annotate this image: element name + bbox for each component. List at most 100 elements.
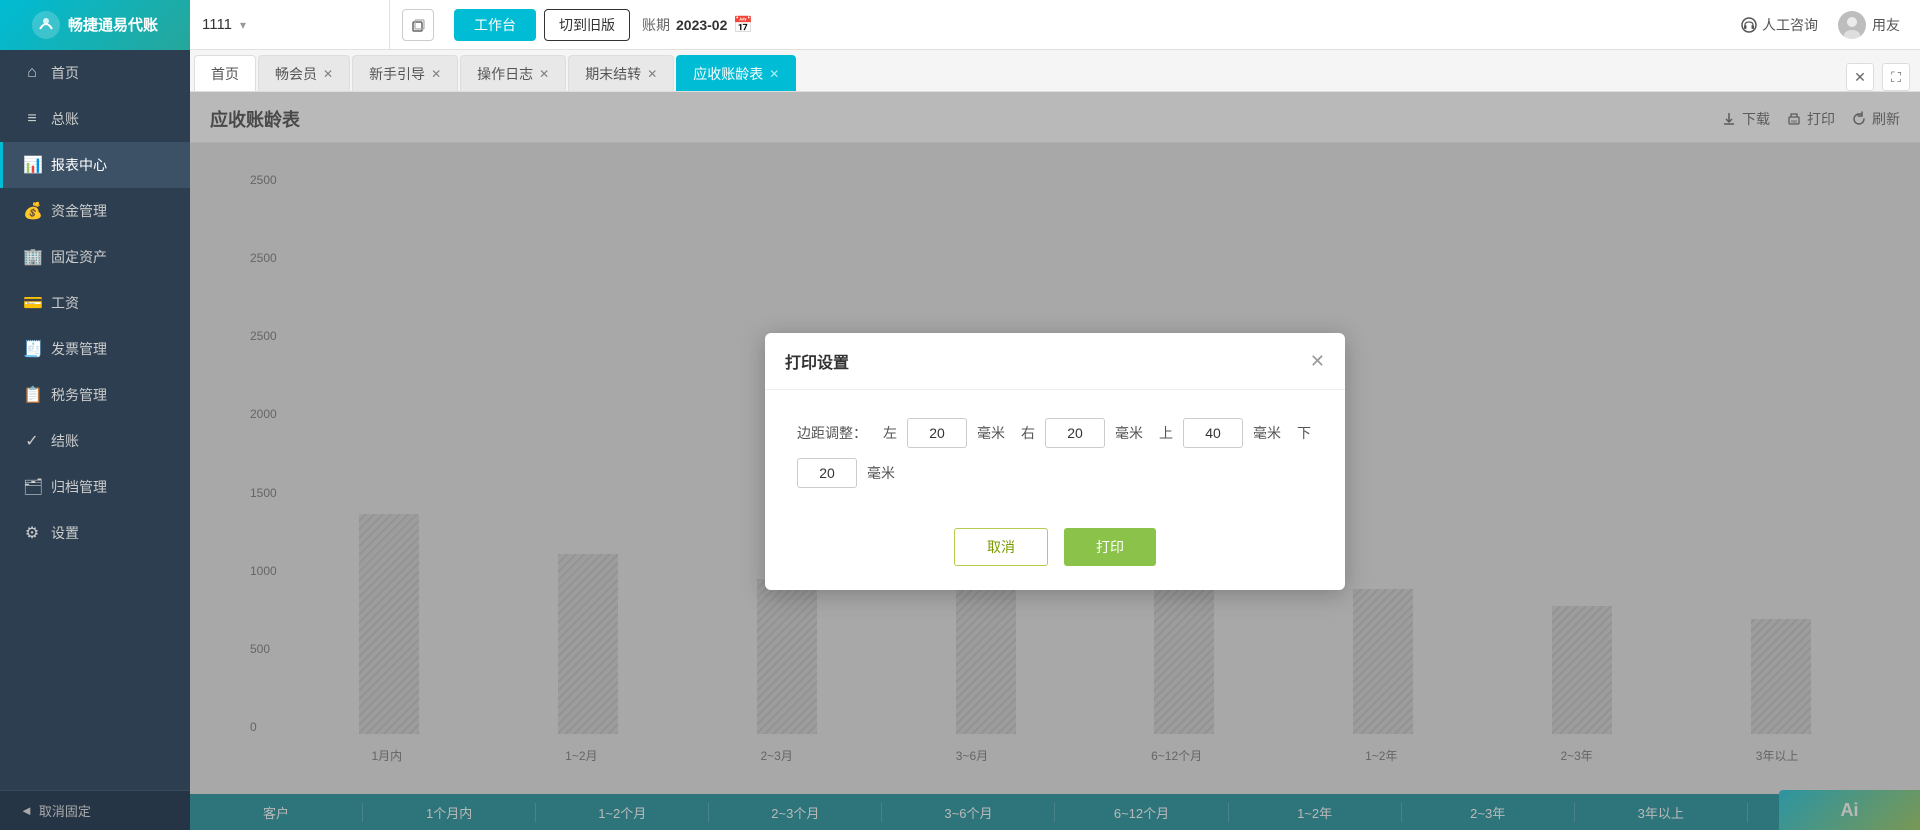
tab-close-vip[interactable]: ✕ (323, 67, 333, 81)
tab-log[interactable]: 操作日志✕ (460, 55, 566, 91)
collapse-icon: ◄ (20, 803, 33, 818)
tabs-bar: 首页畅会员✕新手引导✕操作日志✕期末结转✕应收账龄表✕ ✕ ⛶ (190, 50, 1920, 92)
confirm-print-button[interactable]: 打印 (1064, 528, 1156, 566)
tab-home[interactable]: 首页 (194, 55, 256, 91)
period-label: 账期 (642, 15, 670, 35)
sidebar-label-tax: 税务管理 (51, 385, 107, 405)
copy-icon (410, 17, 426, 33)
company-selector[interactable]: 1111 ▾ (190, 0, 390, 50)
collapse-label: 取消固定 (39, 801, 91, 820)
top-bar: 畅捷通易代账 1111 ▾ 工作台 切到旧版 账期 2023-02 📅 人工咨询 (0, 0, 1920, 50)
sidebar-label-invoice: 发票管理 (51, 339, 107, 359)
period-value: 2023-02 (676, 17, 727, 33)
tab-label-aging: 应收账龄表 (693, 64, 763, 84)
top-right-area: 人工咨询 用友 (1740, 11, 1920, 39)
sidebar-label-salary: 工资 (51, 293, 79, 313)
sidebar-item-funds[interactable]: 💰 资金管理 (0, 188, 190, 234)
sidebar-item-salary[interactable]: 💳 工资 (0, 280, 190, 326)
support-label: 人工咨询 (1762, 15, 1818, 35)
dialog-body: 边距调整： 左 毫米 右 毫米 上 毫米 下 (765, 390, 1345, 512)
user-name: 用友 (1872, 15, 1900, 35)
bottom-direction-label: 下 (1297, 423, 1311, 443)
close-tab-button[interactable]: ✕ (1846, 63, 1874, 91)
page-inner: 应收账龄表 下载 (190, 92, 1920, 830)
dialog-footer: 取消 打印 (765, 512, 1345, 590)
sidebar-item-close[interactable]: ✓ 结账 (0, 418, 190, 464)
top-unit-label: 毫米 (1253, 423, 1281, 443)
sidebar-item-home[interactable]: ⌂ 首页 (0, 50, 190, 96)
tab-close-guide[interactable]: ✕ (431, 67, 441, 81)
workbench-button[interactable]: 工作台 (454, 9, 536, 41)
top-margin-input[interactable] (1183, 418, 1243, 448)
sidebar-icon-salary: 💳 (23, 293, 41, 313)
tab-close-aging[interactable]: ✕ (769, 67, 779, 81)
sidebar-label-home: 首页 (51, 63, 79, 83)
sidebar-label-assets: 固定资产 (51, 247, 107, 267)
avatar (1838, 11, 1866, 39)
tab-guide[interactable]: 新手引导 ✕ (352, 55, 458, 91)
sidebar-item-ledger[interactable]: ≡ 总账 (0, 96, 190, 142)
tab-label-guide: 新手引导 (369, 64, 425, 84)
left-direction-label: 左 (883, 423, 897, 443)
margin-label: 边距调整： (797, 423, 867, 443)
dialog-close-button[interactable]: ✕ (1310, 352, 1325, 370)
sidebar: ⌂ 首页 ≡ 总账 📊 报表中心 💰 资金管理 🏢 固定资产 💳 工资 🧾发票管理📋税务管理 ✓ 结账 🗂 归档… (0, 50, 190, 830)
sidebar-icon-settings: ⚙ (23, 523, 41, 543)
sidebar-label-archive: 归档管理 (51, 477, 107, 497)
switch-old-button[interactable]: 切到旧版 (544, 9, 630, 41)
sidebar-item-assets[interactable]: 🏢 固定资产 (0, 234, 190, 280)
logo-area: 畅捷通易代账 (0, 0, 190, 50)
dialog-title: 打印设置 (785, 349, 849, 373)
sidebar-label-reports: 报表中心 (51, 155, 107, 175)
top-direction-label: 上 (1159, 423, 1173, 443)
tab-close-log[interactable]: ✕ (539, 67, 549, 81)
sidebar-label-funds: 资金管理 (51, 201, 107, 221)
bottom-margin-input[interactable] (797, 458, 857, 488)
cancel-button[interactable]: 取消 (954, 528, 1048, 566)
logo-icon (32, 11, 60, 39)
margin-settings-row: 边距调整： 左 毫米 右 毫米 上 毫米 下 (797, 418, 1313, 488)
sidebar-icon-assets: 🏢 (23, 247, 41, 267)
logo-text: 畅捷通易代账 (68, 14, 158, 35)
sidebar-item-archive[interactable]: 🗂 归档管理 (0, 464, 190, 510)
sidebar-icon-close: ✓ (23, 431, 41, 451)
copy-button[interactable] (402, 9, 434, 41)
content-area: 首页畅会员✕新手引导✕操作日志✕期末结转✕应收账龄表✕ ✕ ⛶ 应收账龄表 (190, 50, 1920, 830)
sidebar-item-tax[interactable]: 📋税务管理 (0, 372, 190, 418)
tab-close-period_close[interactable]: ✕ (647, 67, 657, 81)
sidebar-icon-ledger: ≡ (23, 110, 41, 128)
right-direction-label: 右 (1021, 423, 1035, 443)
tab-label-home: 首页 (211, 64, 239, 84)
page-content: 应收账龄表 下载 (190, 92, 1920, 830)
sidebar-icon-home: ⌂ (23, 64, 41, 82)
sidebar-item-settings[interactable]: ⚙ 设置 (0, 510, 190, 556)
tab-aging[interactable]: 应收账龄表 ✕ (676, 55, 796, 91)
company-name: 1111 (202, 16, 232, 33)
tab-label-period_close: 期末结转 (585, 64, 641, 84)
tab-vip[interactable]: 畅会员✕ (258, 55, 350, 91)
sidebar-icon-funds: 💰 (23, 201, 41, 221)
chevron-down-icon: ▾ (240, 18, 246, 32)
tab-period_close[interactable]: 期末结转 ✕ (568, 55, 674, 91)
avatar-icon (1838, 11, 1866, 39)
sidebar-icon-reports: 📊 (23, 155, 41, 175)
left-margin-input[interactable] (907, 418, 967, 448)
sidebar-label-settings: 设置 (51, 523, 79, 543)
user-area[interactable]: 用友 (1838, 11, 1900, 39)
sidebar-label-close: 结账 (51, 431, 79, 451)
sidebar-icon-archive: 🗂 (23, 477, 41, 497)
main-layout: ⌂ 首页 ≡ 总账 📊 报表中心 💰 资金管理 🏢 固定资产 💳 工资 🧾发票管理📋税务管理 ✓ 结账 🗂 归档… (0, 50, 1920, 830)
collapse-sidebar-button[interactable]: ◄ 取消固定 (0, 790, 190, 830)
sidebar-label-ledger: 总账 (51, 109, 79, 129)
left-unit-label: 毫米 (977, 423, 1005, 443)
right-unit-label: 毫米 (1115, 423, 1143, 443)
sidebar-item-reports[interactable]: 📊 报表中心 (0, 142, 190, 188)
calendar-icon[interactable]: 📅 (733, 15, 753, 35)
bottom-unit-label: 毫米 (867, 463, 895, 483)
maximize-tab-button[interactable]: ⛶ (1882, 63, 1910, 91)
headset-icon (1740, 16, 1758, 34)
support-button[interactable]: 人工咨询 (1740, 15, 1818, 35)
dialog-header: 打印设置 ✕ (765, 333, 1345, 390)
right-margin-input[interactable] (1045, 418, 1105, 448)
sidebar-item-invoice[interactable]: 🧾发票管理 (0, 326, 190, 372)
